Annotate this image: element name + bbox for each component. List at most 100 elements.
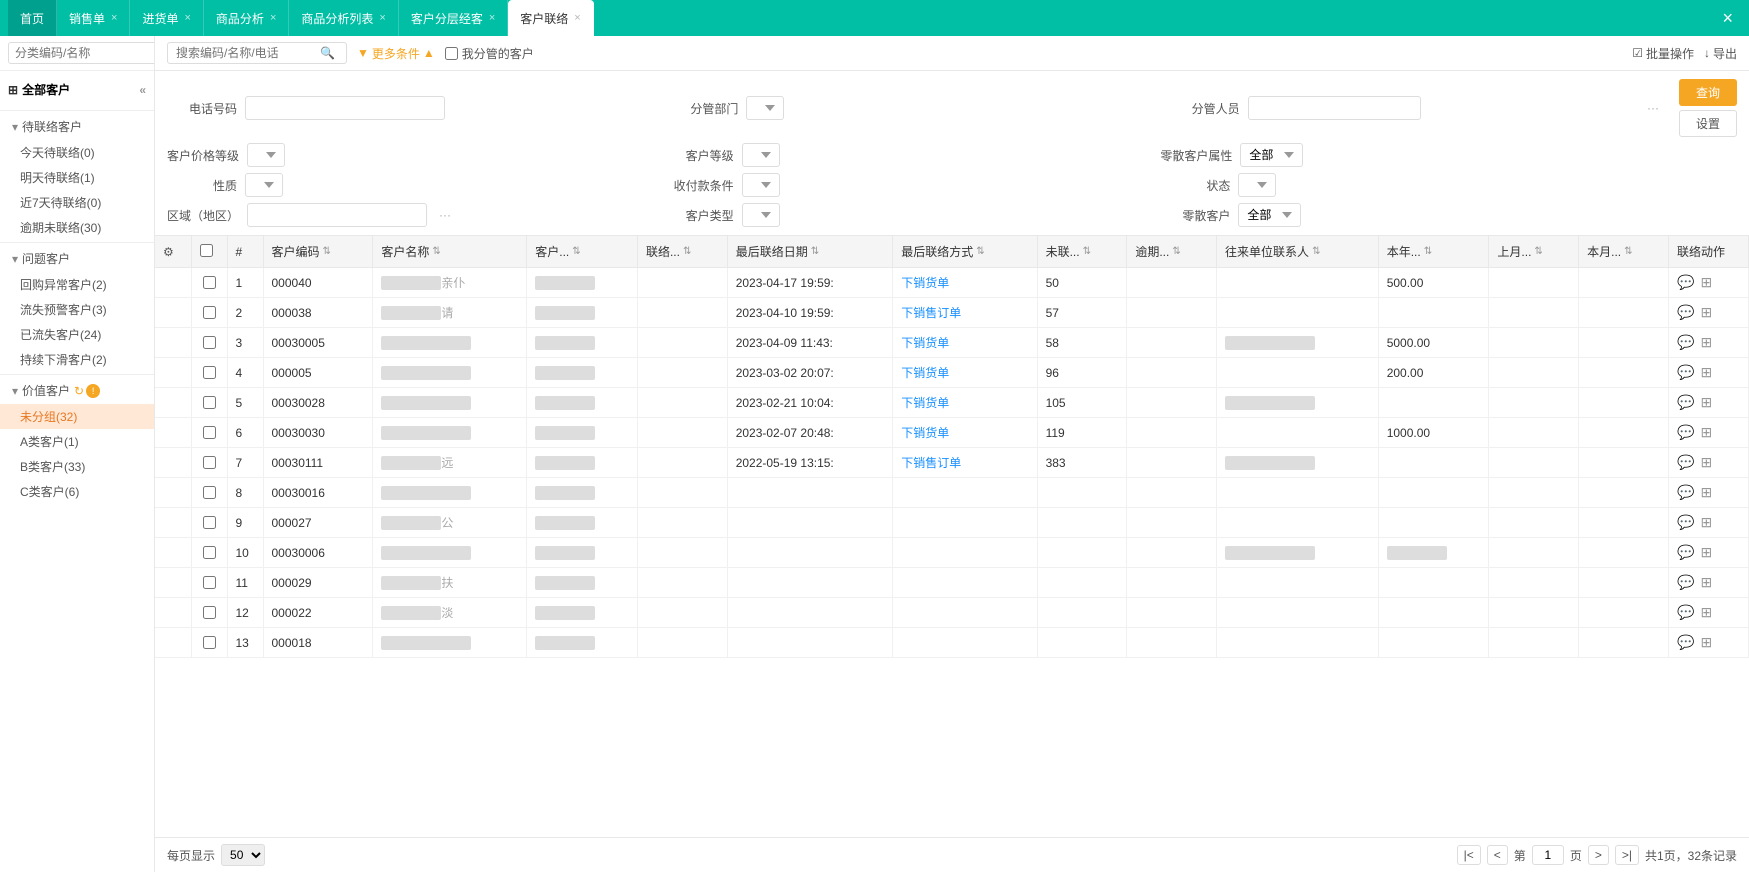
region-input[interactable] — [247, 203, 427, 227]
grid-action-icon[interactable]: ⊞ — [1700, 544, 1712, 561]
close-icon[interactable]: × — [379, 12, 385, 24]
sidebar-group-value-title[interactable]: ▾ 价值客户 ↻ ! — [0, 377, 154, 404]
chat-icon[interactable]: 💬 — [1677, 394, 1694, 411]
main-search-input[interactable] — [176, 46, 316, 60]
search-icon-main[interactable]: 🔍 — [320, 46, 335, 60]
export-button[interactable]: ↓ 导出 — [1704, 45, 1737, 62]
chat-icon[interactable]: 💬 — [1677, 274, 1694, 291]
checkbox-cell[interactable] — [191, 328, 227, 358]
tab-purchase-order[interactable]: 进货单 × — [130, 0, 203, 36]
customer-code-column-header[interactable]: 客户编码 ⇅ — [263, 236, 373, 268]
grid-action-icon[interactable]: ⊞ — [1700, 394, 1712, 411]
row-checkbox[interactable] — [203, 366, 216, 379]
query-button[interactable]: 查询 — [1679, 79, 1737, 106]
sidebar-item-c-class[interactable]: C类客户(6) — [0, 479, 154, 504]
checkbox-cell[interactable] — [191, 568, 227, 598]
chat-icon[interactable]: 💬 — [1677, 364, 1694, 381]
sidebar-item-ungrouped[interactable]: 未分组(32) — [0, 404, 154, 429]
tab-customer-segment[interactable]: 客户分层经客 × — [399, 0, 508, 36]
chat-icon[interactable]: 💬 — [1677, 514, 1694, 531]
row-checkbox[interactable] — [203, 606, 216, 619]
checkbox-cell[interactable] — [191, 388, 227, 418]
grid-action-icon[interactable]: ⊞ — [1700, 484, 1712, 501]
close-icon[interactable]: × — [111, 12, 117, 24]
tab-customer-contact[interactable]: 客户联络 × — [508, 0, 593, 36]
row-checkbox[interactable] — [203, 456, 216, 469]
row-checkbox[interactable] — [203, 486, 216, 499]
settings-icon[interactable]: ⚙ — [163, 245, 174, 259]
retail-attr-select[interactable]: 全部 — [1240, 143, 1303, 167]
grid-action-icon[interactable]: ⊞ — [1700, 514, 1712, 531]
this-month-column-header[interactable]: 本月... ⇅ — [1579, 236, 1669, 268]
phone-input[interactable] — [245, 96, 445, 120]
sidebar-item-a-class[interactable]: A类客户(1) — [0, 429, 154, 454]
customer-type-column-header[interactable]: 客户... ⇅ — [527, 236, 638, 268]
row-checkbox[interactable] — [203, 426, 216, 439]
chat-icon[interactable]: 💬 — [1677, 544, 1694, 561]
checkbox-cell[interactable] — [191, 448, 227, 478]
dots-icon[interactable]: ··· — [1643, 101, 1663, 115]
chat-icon[interactable]: 💬 — [1677, 604, 1694, 621]
first-page-button[interactable]: |< — [1457, 845, 1481, 865]
contact-column-header[interactable]: 联络... ⇅ — [637, 236, 727, 268]
contact-method-link[interactable]: 下销货单 — [901, 336, 949, 350]
checkbox-cell[interactable] — [191, 598, 227, 628]
sidebar-search-input[interactable] — [8, 42, 155, 64]
row-checkbox[interactable] — [203, 576, 216, 589]
tab-sales-order[interactable]: 销售单 × — [57, 0, 130, 36]
sidebar-group-problems-title[interactable]: ▾ 问题客户 — [0, 245, 154, 272]
sidebar-group-pending-title[interactable]: ▾ 待联络客户 — [0, 113, 154, 140]
customer-level-select[interactable] — [742, 143, 780, 167]
chat-icon[interactable]: 💬 — [1677, 634, 1694, 651]
no-contact-column-header[interactable]: 未联... ⇅ — [1037, 236, 1127, 268]
settings-column-header[interactable]: ⚙ — [155, 236, 191, 268]
last-contact-date-column-header[interactable]: 最后联络日期 ⇅ — [727, 236, 893, 268]
tab-product-analysis-list[interactable]: 商品分析列表 × — [289, 0, 398, 36]
contact-method-link[interactable]: 下销售订单 — [901, 306, 961, 320]
status-select[interactable] — [1238, 173, 1276, 197]
checkbox-cell[interactable] — [191, 298, 227, 328]
my-customers-checkbox[interactable] — [445, 47, 458, 60]
chat-icon[interactable]: 💬 — [1677, 424, 1694, 441]
sidebar-item-declining[interactable]: 持续下滑客户(2) — [0, 347, 154, 372]
reset-button[interactable]: 设置 — [1679, 110, 1737, 137]
grid-action-icon[interactable]: ⊞ — [1700, 364, 1712, 381]
next-page-button[interactable]: > — [1588, 845, 1609, 865]
retail-customer-select[interactable]: 全部 — [1238, 203, 1301, 227]
row-checkbox[interactable] — [203, 636, 216, 649]
close-icon[interactable]: × — [574, 12, 580, 24]
sidebar-item-7day-pending[interactable]: 近7天待联络(0) — [0, 190, 154, 215]
tab-home[interactable]: 首页 — [8, 0, 57, 36]
customer-name-column-header[interactable]: 客户名称 ⇅ — [373, 236, 527, 268]
last-month-column-header[interactable]: 上月... ⇅ — [1489, 236, 1579, 268]
sidebar-item-churned[interactable]: 已流失客户(24) — [0, 322, 154, 347]
grid-action-icon[interactable]: ⊞ — [1700, 274, 1712, 291]
sidebar-item-abnormal-repurchase[interactable]: 回购异常客户(2) — [0, 272, 154, 297]
select-all-checkbox[interactable] — [200, 244, 213, 257]
unit-contact-column-header[interactable]: 往来单位联系人 ⇅ — [1217, 236, 1379, 268]
grid-action-icon[interactable]: ⊞ — [1700, 574, 1712, 591]
more-conditions-button[interactable]: ▼ 更多条件 ▲ — [357, 45, 435, 62]
grid-action-icon[interactable]: ⊞ — [1700, 334, 1712, 351]
sidebar-item-tomorrow-pending[interactable]: 明天待联络(1) — [0, 165, 154, 190]
row-checkbox[interactable] — [203, 396, 216, 409]
this-year-column-header[interactable]: 本年... ⇅ — [1378, 236, 1489, 268]
person-input[interactable] — [1248, 96, 1421, 120]
overdue-column-header[interactable]: 逾期... ⇅ — [1127, 236, 1217, 268]
row-checkbox[interactable] — [203, 516, 216, 529]
checkbox-cell[interactable] — [191, 538, 227, 568]
dots-icon-2[interactable]: ··· — [435, 208, 455, 222]
contact-method-link[interactable]: 下销售订单 — [901, 456, 961, 470]
checkbox-cell[interactable] — [191, 268, 227, 298]
grid-action-icon[interactable]: ⊞ — [1700, 634, 1712, 651]
close-icon[interactable]: × — [184, 12, 190, 24]
row-checkbox[interactable] — [203, 276, 216, 289]
grid-action-icon[interactable]: ⊞ — [1700, 454, 1712, 471]
close-icon[interactable]: × — [270, 12, 276, 24]
checkbox-column-header[interactable] — [191, 236, 227, 268]
dept-select[interactable] — [746, 96, 784, 120]
grid-action-icon[interactable]: ⊞ — [1700, 424, 1712, 441]
sidebar-item-overdue-pending[interactable]: 逾期未联络(30) — [0, 215, 154, 240]
payment-select[interactable] — [742, 173, 780, 197]
customer-type-select[interactable] — [742, 203, 780, 227]
